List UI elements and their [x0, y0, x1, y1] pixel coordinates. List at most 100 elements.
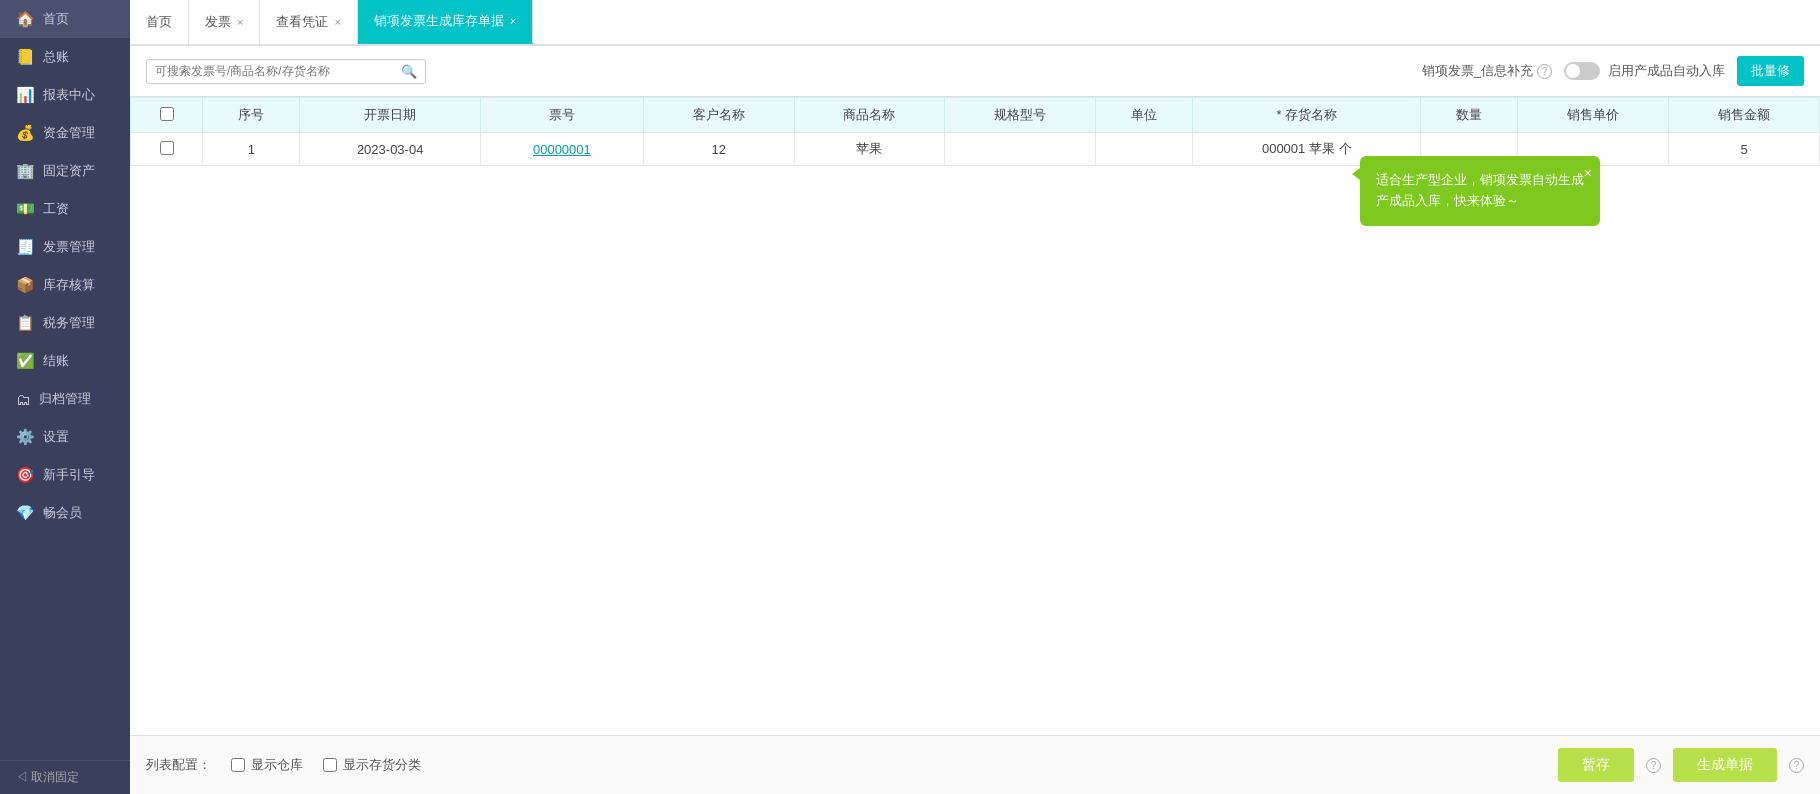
archive-icon: 🗂: [16, 391, 31, 408]
tab-label-home-tab: 首页: [146, 13, 172, 31]
col-header-date: 开票日期: [300, 98, 481, 133]
col-header-product: 商品名称: [794, 98, 945, 133]
settings-icon: ⚙️: [16, 428, 35, 446]
col-header-customer: 客户名称: [643, 98, 794, 133]
sidebar-item-report[interactable]: 📊 报表中心: [0, 76, 130, 114]
show-category-option[interactable]: 显示存货分类: [323, 756, 421, 774]
invoice-icon: 🧾: [16, 238, 35, 256]
fund-icon: 💰: [16, 124, 35, 142]
sidebar-label-archive: 归档管理: [39, 390, 91, 408]
tooltip-close-button[interactable]: ×: [1584, 162, 1592, 184]
sidebar-item-settings[interactable]: ⚙️ 设置: [0, 418, 130, 456]
sidebar-label-report: 报表中心: [43, 86, 95, 104]
col-header-qty: 数量: [1421, 98, 1518, 133]
sidebar-label-asset: 固定资产: [43, 162, 95, 180]
sidebar-item-fund[interactable]: 💰 资金管理: [0, 114, 130, 152]
sidebar-item-asset[interactable]: 🏢 固定资产: [0, 152, 130, 190]
sidebar-label-home: 首页: [43, 10, 69, 28]
col-header-spec: 规格型号: [945, 98, 1096, 133]
invoice-number-link-0[interactable]: 00000001: [533, 142, 591, 157]
sidebar-item-ledger[interactable]: 📒总账: [0, 38, 130, 76]
tab-home-tab[interactable]: 首页: [130, 0, 189, 44]
toggle-wrapper: 启用产成品自动入库: [1564, 62, 1725, 80]
batch-button[interactable]: 批量修: [1737, 56, 1804, 86]
col-header-seq: 序号: [203, 98, 300, 133]
col-header-number: 票号: [480, 98, 643, 133]
generate-button[interactable]: 生成单据: [1673, 748, 1777, 782]
tab-close-voucher-tab[interactable]: ×: [334, 16, 340, 28]
asset-icon: 🏢: [16, 162, 35, 180]
tab-close-sales-stock-tab[interactable]: ×: [510, 15, 516, 27]
col-header-unit: 单位: [1095, 98, 1192, 133]
payroll-icon: 💵: [16, 200, 35, 218]
sidebar-label-fund: 资金管理: [43, 124, 95, 142]
cell-amount-0: 5: [1669, 133, 1820, 166]
show-category-checkbox[interactable]: [323, 758, 337, 772]
tab-close-invoice-tab[interactable]: ×: [237, 16, 243, 28]
col-header-checkbox: [131, 98, 203, 133]
sidebar-item-archive[interactable]: 🗂 归档管理: [0, 380, 130, 418]
sidebar-label-inventory: 库存核算: [43, 276, 95, 294]
tab-voucher-tab[interactable]: 查看凭证 ×: [260, 0, 357, 44]
show-warehouse-checkbox[interactable]: [231, 758, 245, 772]
main-area: 首页发票× 查看凭证 × 销项发票生成库存单据 × 🔍 销项发票_信息补充 ? 启用产成…: [130, 0, 1820, 794]
sidebar-item-invoice[interactable]: 🧾 发票管理: [0, 228, 130, 266]
sidebar-item-home[interactable]: 🏠 首页: [0, 0, 130, 38]
sidebar-label-payroll: 工资: [43, 200, 69, 218]
ledger-icon: 📒: [16, 48, 35, 66]
cell-customer-0: 12: [643, 133, 794, 166]
guide-icon: 🎯: [16, 466, 35, 484]
inventory-icon: 📦: [16, 276, 35, 294]
cell-product-0: 苹果: [794, 133, 945, 166]
footer: 列表配置： 显示仓库 显示存货分类 暂存 ? 生成单据 ?: [130, 735, 1820, 794]
sidebar-label-guide: 新手引导: [43, 466, 95, 484]
sidebar-label-invoice: 发票管理: [43, 238, 95, 256]
tab-label-voucher-tab: 查看凭证: [276, 13, 328, 31]
row-checkbox-0[interactable]: [160, 141, 174, 155]
search-input[interactable]: [155, 64, 395, 78]
content-area: 🔍 销项发票_信息补充 ? 启用产成品自动入库 批量修 序号开票日期票号客户名称…: [130, 46, 1820, 794]
sidebar-label-settings: 设置: [43, 428, 69, 446]
auto-warehouse-toggle[interactable]: [1564, 62, 1600, 80]
toolbar: 🔍 销项发票_信息补充 ? 启用产成品自动入库 批量修: [130, 46, 1820, 97]
sidebar-label-tax: 税务管理: [43, 314, 95, 332]
col-header-stock_name: * 存货名称: [1193, 98, 1421, 133]
info-icon[interactable]: ?: [1537, 64, 1552, 79]
sidebar-item-settle[interactable]: ✅ 结账: [0, 342, 130, 380]
cell-date-0: 2023-03-04: [300, 133, 481, 166]
pin-icon: ◁: [16, 770, 28, 784]
cell-checkbox-0: [131, 133, 203, 166]
generate-info-icon[interactable]: ?: [1789, 758, 1804, 773]
sidebar-label-vip: 畅会员: [43, 504, 82, 522]
tab-sales-stock-tab[interactable]: 销项发票生成库存单据 ×: [358, 0, 533, 44]
save-info-icon[interactable]: ?: [1646, 758, 1661, 773]
report-icon: 📊: [16, 86, 35, 104]
footer-actions: 暂存 ? 生成单据 ?: [1558, 748, 1804, 782]
tax-icon: 📋: [16, 314, 35, 332]
sidebar: 🏠 首页 📒总账 📊 报表中心 💰 资金管理 🏢 固定资产 💵 工资 🧾 发票管理 📦 库存核算 📋 税务管理 ✅…: [0, 0, 130, 794]
sidebar-item-vip[interactable]: 💎 畅会员: [0, 494, 130, 532]
info-label: 销项发票_信息补充 ?: [1422, 62, 1552, 80]
tab-label-sales-stock-tab: 销项发票生成库存单据: [374, 12, 504, 30]
show-warehouse-option[interactable]: 显示仓库: [231, 756, 303, 774]
sidebar-item-tax[interactable]: 📋 税务管理: [0, 304, 130, 342]
sidebar-item-guide[interactable]: 🎯 新手引导: [0, 456, 130, 494]
save-button[interactable]: 暂存: [1558, 748, 1634, 782]
list-config-label: 列表配置：: [146, 756, 211, 774]
home-icon: 🏠: [16, 10, 35, 28]
sidebar-label-settle: 结账: [43, 352, 69, 370]
search-box[interactable]: 🔍: [146, 59, 426, 84]
select-all-checkbox[interactable]: [160, 107, 174, 121]
sidebar-item-payroll[interactable]: 💵 工资: [0, 190, 130, 228]
unpin-sidebar[interactable]: ◁ 取消固定: [0, 760, 130, 794]
sidebar-item-inventory[interactable]: 📦 库存核算: [0, 266, 130, 304]
tab-invoice-tab[interactable]: 发票×: [189, 0, 260, 44]
col-header-unit_price: 销售单价: [1518, 98, 1669, 133]
settle-icon: ✅: [16, 352, 35, 370]
tooltip-popup: × 适合生产型企业，销项发票自动生成产成品入库，快来体验～: [1360, 156, 1600, 226]
search-icon: 🔍: [401, 64, 417, 79]
cell-number-0[interactable]: 00000001: [480, 133, 643, 166]
tab-bar: 首页发票× 查看凭证 × 销项发票生成库存单据 ×: [130, 0, 1820, 46]
show-category-label: 显示存货分类: [343, 756, 421, 774]
vip-icon: 💎: [16, 504, 35, 522]
